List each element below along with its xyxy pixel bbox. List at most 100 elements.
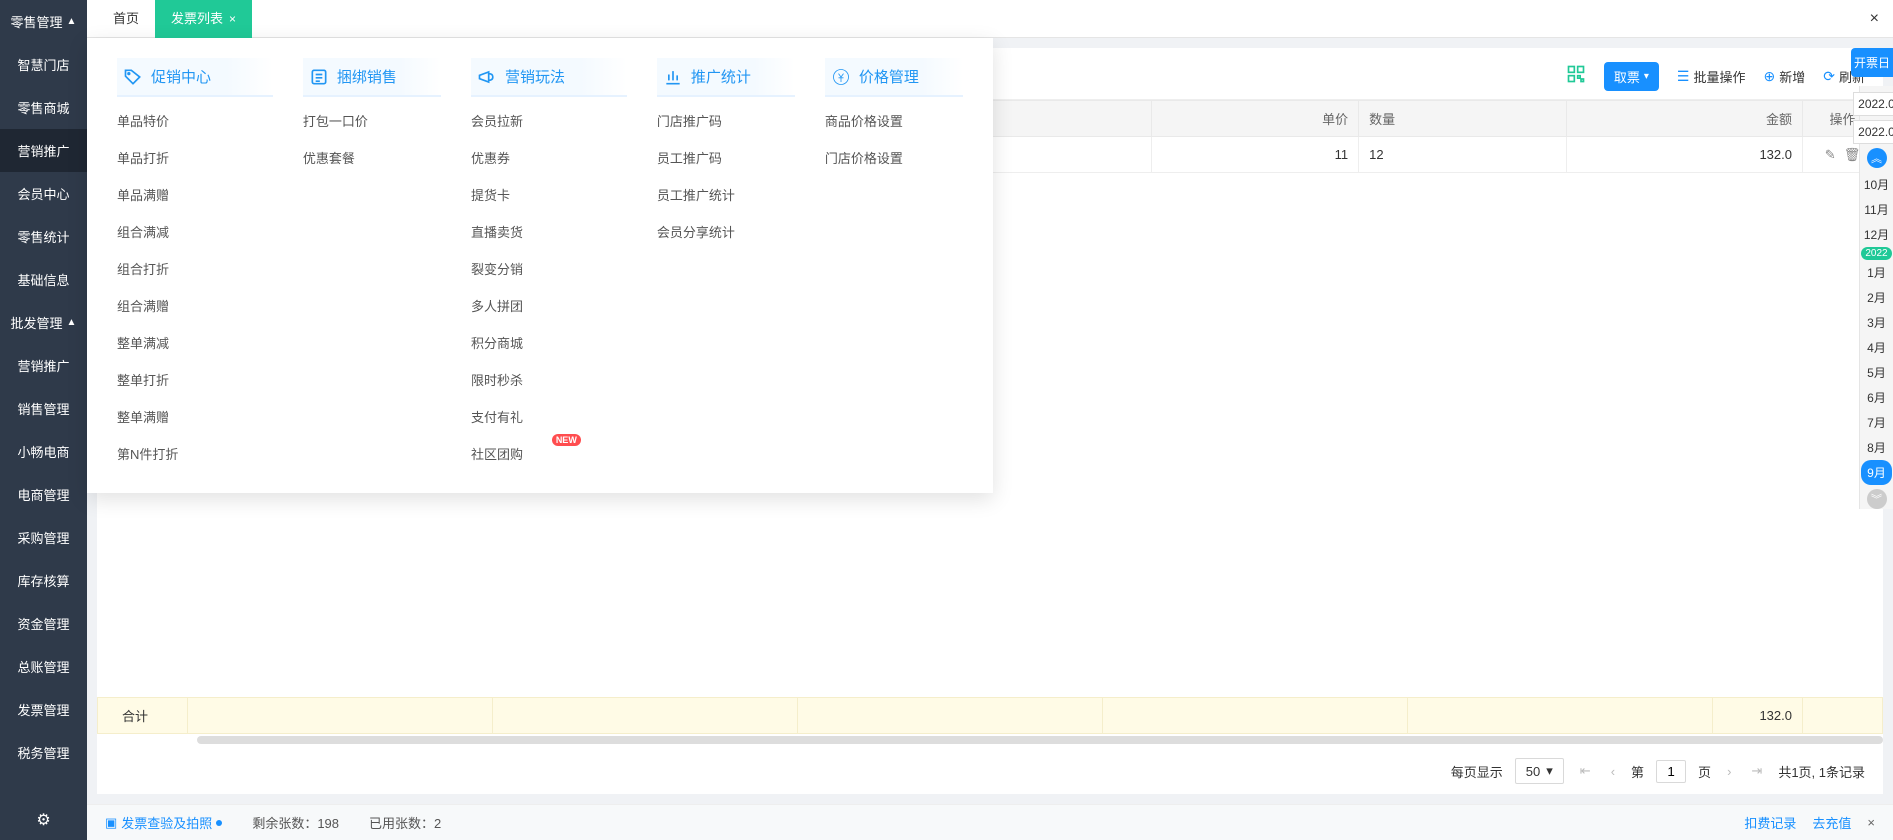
mega-item[interactable]: 多人拼团 [471,296,627,315]
mega-item[interactable]: 支付有礼 [471,407,627,426]
rail-month[interactable]: 2月 [1861,285,1891,310]
mega-item[interactable]: 商品价格设置 [825,111,963,130]
tabs-bar: 首页 发票列表 × × [87,0,1893,38]
sidebar-item-active[interactable]: 营销推广 [0,129,87,172]
invoice-date-button[interactable]: 开票日 [1851,48,1893,77]
page-summary: 共1页, 1条记录 [1778,762,1865,781]
used-count: 已用张数：2 [369,813,441,832]
date-rail: 2022.0 2022.0 ︽ 10月11月12月20221月2月3月4月5月6… [1859,86,1893,509]
qr-icon[interactable] [1566,64,1586,89]
mega-title: 捆绑销售 [337,66,397,87]
sidebar-item[interactable]: 采购管理 [0,516,87,559]
mega-item[interactable]: 提货卡 [471,185,627,204]
deduct-link[interactable]: 扣费记录 [1744,813,1796,832]
sidebar-group-retail[interactable]: 零售管理 ▲ [0,0,87,43]
mega-item[interactable]: 会员拉新 [471,111,627,130]
mega-item[interactable]: 优惠券 [471,148,627,167]
mega-item[interactable]: 组合满减 [117,222,273,241]
mega-item[interactable]: 单品满赠 [117,185,273,204]
fetch-invoice-button[interactable]: 取票 ▾ [1604,62,1659,91]
mega-item[interactable]: 单品打折 [117,148,273,167]
mega-item[interactable]: 组合打折 [117,259,273,278]
caret-up-icon: ▲ [67,16,77,27]
rail-month[interactable]: 12月 [1861,222,1891,247]
rail-date-item[interactable]: 2022.0 [1853,120,1893,144]
tab-home[interactable]: 首页 [97,0,155,38]
th-qty[interactable]: 数量 [1359,101,1566,137]
rail-month[interactable]: 11月 [1861,197,1891,222]
mega-item[interactable]: 积分商城 [471,333,627,352]
mega-item[interactable]: 裂变分销 [471,259,627,278]
plus-circle-icon: ⊕ [1764,68,1776,85]
sidebar-item[interactable]: 会员中心 [0,172,87,215]
prev-page-button[interactable]: ‹ [1607,764,1619,779]
mega-item[interactable]: 门店价格设置 [825,148,963,167]
sidebar-item[interactable]: 智慧门店 [0,43,87,86]
first-page-button[interactable]: ⇤ [1576,763,1595,779]
mega-item[interactable]: 第N件打折 [117,444,273,463]
delete-icon[interactable]: 🗑 [1844,147,1861,163]
sidebar-item[interactable]: 发票管理 [0,688,87,731]
sidebar-item[interactable]: 资金管理 [0,602,87,645]
rail-month[interactable]: 1月 [1861,260,1891,285]
sidebar-item[interactable]: 零售统计 [0,215,87,258]
th-price[interactable]: 单价 [1151,101,1358,137]
mega-item[interactable]: 组合满赠 [117,296,273,315]
page-input[interactable] [1656,760,1686,783]
rail-month[interactable]: 3月 [1861,310,1891,335]
sidebar-item[interactable]: 库存核算 [0,559,87,602]
mega-item[interactable]: 员工推广码 [657,148,795,167]
next-page-button[interactable]: › [1723,764,1735,779]
horizontal-scrollbar[interactable] [97,734,1883,748]
mega-item[interactable]: 限时秒杀 [471,370,627,389]
mega-item[interactable]: 单品特价 [117,111,273,130]
rail-month[interactable]: 5月 [1861,360,1891,385]
sidebar-item[interactable]: 营销推广 [0,344,87,387]
per-page-label: 每页显示 [1451,762,1503,781]
mega-item[interactable]: 直播卖货 [471,222,627,241]
last-page-button[interactable]: ⇥ [1747,763,1766,779]
rail-month[interactable]: 6月 [1861,385,1891,410]
mega-item[interactable]: 优惠套餐 [303,148,441,167]
mega-item[interactable]: 整单满赠 [117,407,273,426]
per-page-select[interactable]: 50 ▾ [1515,758,1564,784]
year-badge: 2022 [1861,247,1891,260]
mega-item[interactable]: 门店推广码 [657,111,795,130]
tabs-close-all[interactable]: × [1856,10,1893,28]
sidebar-item[interactable]: 零售商城 [0,86,87,129]
th-amount[interactable]: 金额 [1566,101,1802,137]
chevron-down-icon: ▾ [1644,71,1649,82]
sidebar-item[interactable]: 电商管理 [0,473,87,516]
add-button[interactable]: ⊕ 新增 [1764,67,1806,86]
sidebar-settings[interactable]: ⚙ [0,800,87,840]
sidebar-item[interactable]: 总账管理 [0,645,87,688]
scroll-down-icon[interactable]: ︾ [1867,489,1887,509]
footer-close-icon[interactable]: × [1867,815,1875,830]
batch-button[interactable]: ☰ 批量操作 [1677,67,1746,86]
close-icon[interactable]: × [229,0,236,38]
edit-icon[interactable]: ✎ [1825,147,1836,163]
rail-date-item[interactable]: 2022.0 [1853,92,1893,116]
recharge-link[interactable]: 去充值 [1812,813,1851,832]
rail-month[interactable]: 8月 [1861,435,1891,460]
sidebar-item[interactable]: 基础信息 [0,258,87,301]
tab-invoice-list[interactable]: 发票列表 × [155,0,252,38]
sidebar-item[interactable]: 销售管理 [0,387,87,430]
invoice-check-link[interactable]: ▣ 发票查验及拍照 [105,813,222,832]
mega-item[interactable]: 整单打折 [117,370,273,389]
sidebar-item[interactable]: 税务管理 [0,731,87,774]
rail-month[interactable]: 4月 [1861,335,1891,360]
rail-month[interactable]: 7月 [1861,410,1891,435]
mega-item[interactable]: 员工推广统计 [657,185,795,204]
sidebar-item[interactable]: 小畅电商 [0,430,87,473]
mega-item[interactable]: 社区团购NEW [471,444,627,463]
rail-month[interactable]: 9月 [1861,460,1891,485]
mega-item[interactable]: 打包一口价 [303,111,441,130]
cell-price: 11 [1151,137,1358,173]
sidebar-group-wholesale[interactable]: 批发管理 ▲ [0,301,87,344]
mega-item[interactable]: 整单满减 [117,333,273,352]
sidebar: 零售管理 ▲ 智慧门店 零售商城 营销推广 会员中心 零售统计 基础信息 批发管… [0,0,87,840]
scroll-up-icon[interactable]: ︽ [1867,148,1887,168]
rail-month[interactable]: 10月 [1861,172,1891,197]
mega-item[interactable]: 会员分享统计 [657,222,795,241]
